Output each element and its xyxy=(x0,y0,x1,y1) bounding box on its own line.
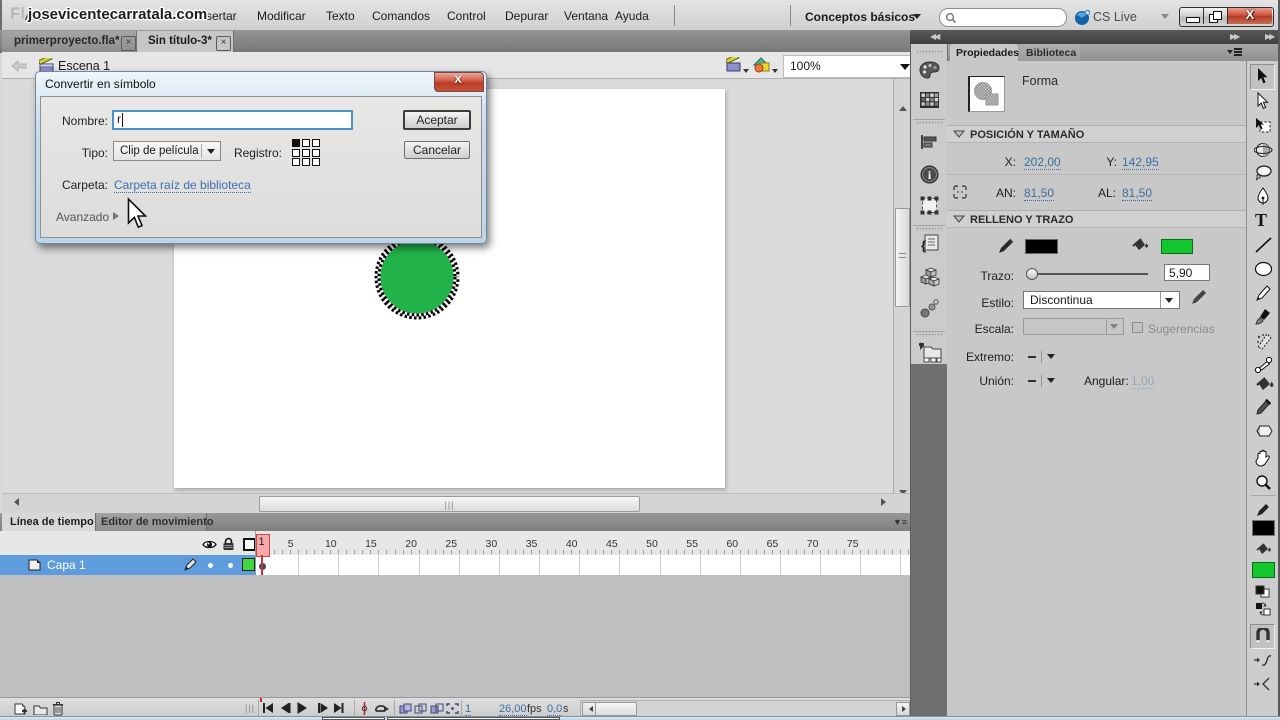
svg-text:{: { xyxy=(921,238,926,253)
